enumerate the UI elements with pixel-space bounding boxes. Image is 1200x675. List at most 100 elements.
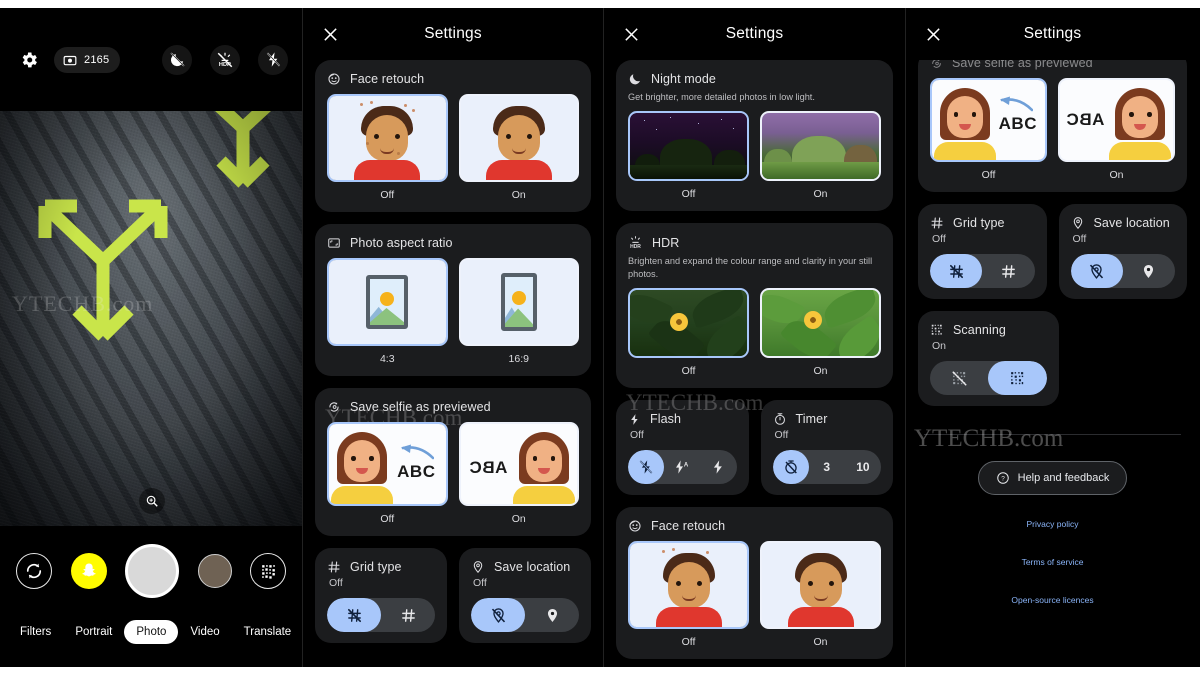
timer-off-icon <box>784 460 797 474</box>
flower <box>804 311 823 330</box>
card-description: Brighten and expand the colour range and… <box>628 256 873 279</box>
camera-flip-button[interactable] <box>16 553 52 589</box>
settings-scroll-area[interactable]: YTECHB.com Face retouch Off On Photo asp… <box>303 60 603 667</box>
face-retouch-icon <box>328 73 340 85</box>
card-title: Save location <box>494 560 571 574</box>
figure <box>1109 80 1172 160</box>
chip-flash-on[interactable] <box>700 450 736 484</box>
location-off-icon <box>1090 263 1104 279</box>
chip-grid-on[interactable] <box>982 254 1034 288</box>
flip-selfie-icon <box>329 402 339 412</box>
card-photo-aspect-ratio: Photo aspect ratio 4:3 16:9 <box>315 224 591 376</box>
mode-tab-photo[interactable]: Photo <box>124 620 179 644</box>
gallery-thumbnail[interactable] <box>197 554 232 588</box>
close-settings-button[interactable] <box>922 23 944 45</box>
chip-timer-3[interactable]: 3 <box>809 450 845 484</box>
chip-location-on[interactable] <box>1123 254 1175 288</box>
camera-settings-button[interactable] <box>14 45 44 75</box>
card-timer: Timer Off 3 10 <box>760 400 893 496</box>
card-value: Off <box>630 429 644 442</box>
chip-grid-on[interactable] <box>381 598 435 632</box>
settings-scroll-area[interactable]: YTECHB.com Night mode Get brighter, more… <box>604 60 905 667</box>
option-save-selfie-on[interactable]: ABC On <box>458 422 579 525</box>
option-night-mode-on[interactable]: On <box>760 111 881 200</box>
two-column-row: Scanning On <box>918 311 1187 418</box>
mode-tab-filters[interactable]: Filters <box>8 620 63 644</box>
chip-flash-off[interactable] <box>628 450 665 485</box>
card-title: Save selfie as previewed <box>952 60 1093 70</box>
option-row: Off On <box>628 288 881 377</box>
option-face-retouch-off[interactable]: Off <box>327 94 448 201</box>
option-aspect-4-3[interactable]: 4:3 <box>327 258 448 365</box>
close-settings-button[interactable] <box>319 23 341 45</box>
option-save-selfie-off[interactable]: ABC Off <box>327 422 448 525</box>
option-face-retouch-off[interactable]: Off <box>628 541 749 648</box>
top-margin <box>0 0 1200 8</box>
mode-tab-portrait[interactable]: Portrait <box>63 620 124 644</box>
photo-count-pill[interactable]: 2165 <box>54 46 121 73</box>
option-label: On <box>511 513 526 525</box>
shutter-row <box>0 526 302 598</box>
camera-controls: Filters Portrait Photo Video Translate <box>0 526 302 667</box>
chip-flash-auto[interactable]: A <box>664 450 700 484</box>
selfie-illustration-mirrored: ABC <box>1060 80 1173 160</box>
option-label: 4:3 <box>379 353 395 365</box>
qr-scan-button[interactable] <box>250 553 286 589</box>
help-circle-icon: ? <box>996 472 1009 484</box>
chip-grid-off[interactable] <box>327 598 381 632</box>
link-open-source-licences[interactable]: Open-source licences <box>918 595 1187 605</box>
option-label: On <box>813 188 828 201</box>
snapchat-button[interactable] <box>70 553 107 589</box>
option-thumbnail <box>458 94 579 182</box>
mode-tab-video[interactable]: Video <box>178 620 231 644</box>
chip-timer-off[interactable] <box>772 450 809 485</box>
grid-off-icon <box>949 264 963 278</box>
option-thumbnail <box>458 258 579 346</box>
link-terms-of-service[interactable]: Terms of service <box>918 557 1187 567</box>
spacer-cell <box>1071 311 1188 418</box>
shirt <box>354 160 421 180</box>
chip-location-on[interactable] <box>525 598 579 632</box>
chip-scanning-off[interactable] <box>930 361 988 395</box>
night-mode-toggle[interactable] <box>162 44 192 75</box>
close-settings-button[interactable] <box>620 23 642 45</box>
chip-timer-10[interactable]: 10 <box>845 450 881 484</box>
link-privacy-policy[interactable]: Privacy policy <box>918 519 1187 529</box>
help-and-feedback-button[interactable]: ? Help and feedback <box>977 461 1128 495</box>
zoom-button[interactable] <box>138 488 165 514</box>
hdr-scene-dark <box>630 290 747 357</box>
option-night-mode-off[interactable]: Off <box>628 111 749 200</box>
card-grid-type: Grid type Off <box>315 548 447 643</box>
shutter-button[interactable] <box>125 544 179 598</box>
option-face-retouch-on[interactable]: On <box>458 94 579 201</box>
qr-off-icon <box>951 370 967 386</box>
chip-location-off[interactable] <box>471 598 525 632</box>
card-value: Off <box>473 577 487 589</box>
hdr-toggle[interactable]: HDR <box>210 44 240 75</box>
chip-scanning-on[interactable] <box>988 361 1047 395</box>
option-hdr-off[interactable]: Off <box>628 288 749 377</box>
option-save-selfie-off[interactable]: ABC Off <box>930 78 1047 181</box>
flash-toggle[interactable] <box>258 44 288 75</box>
card-header: Face retouch <box>327 72 579 86</box>
chip-grid-off[interactable] <box>930 254 983 288</box>
card-save-selfie: Save selfie as previewed ABC Off ABC On <box>315 388 591 536</box>
svg-text:HDR: HDR <box>630 244 641 250</box>
flip-arrow-icon <box>400 444 434 460</box>
option-thumbnail <box>628 541 749 630</box>
camera-viewfinder[interactable]: YTECHB.com <box>0 111 302 526</box>
option-hdr-on[interactable]: On <box>760 288 881 377</box>
option-face-retouch-on[interactable]: On <box>760 541 881 648</box>
chip-location-off[interactable] <box>1070 254 1123 288</box>
option-thumbnail: ABC <box>458 422 579 506</box>
grid-on-icon <box>1002 264 1015 278</box>
option-aspect-16-9[interactable]: 16:9 <box>458 258 579 365</box>
eye-left <box>505 134 511 139</box>
option-save-selfie-on[interactable]: ABC On <box>1058 78 1175 181</box>
hdr-icon: HDR <box>630 236 641 250</box>
photo-count-label: 2165 <box>84 53 110 66</box>
settings-scroll-area[interactable]: YTECHB.com Save selfie as previewed ABC … <box>906 60 1199 667</box>
card-save-location: Save location Off <box>459 548 591 643</box>
option-thumbnail <box>760 111 881 182</box>
mode-tab-translate[interactable]: Translate <box>232 620 302 644</box>
